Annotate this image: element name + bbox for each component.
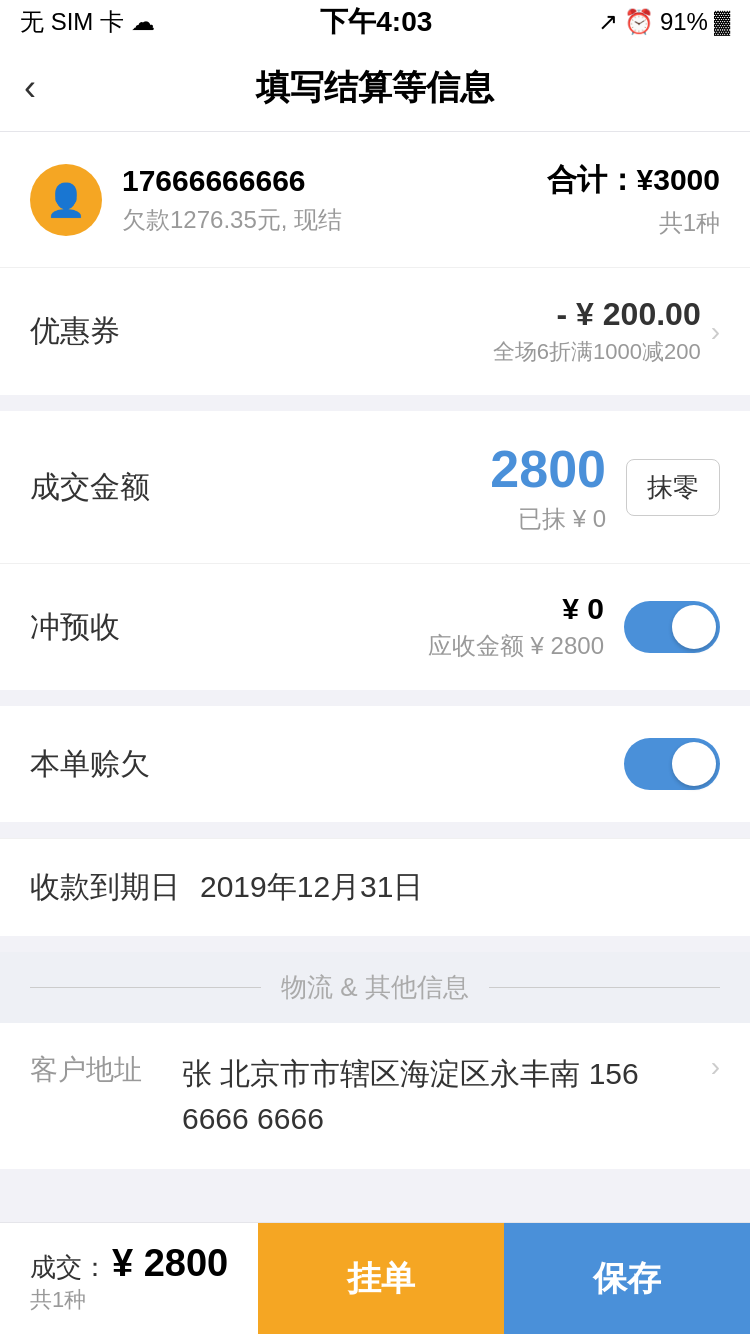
prereceive-amount: ¥ 0 bbox=[428, 592, 604, 626]
customer-debt: 欠款1276.35元, 现结 bbox=[122, 204, 342, 236]
hold-button[interactable]: 挂单 bbox=[258, 1223, 504, 1334]
amount-section: 成交金额 2800 已抹 ¥ 0 抹零 冲预收 ¥ 0 应收金额 ¥ 2800 bbox=[0, 411, 750, 690]
coupon-desc: 全场6折满1000减200 bbox=[493, 337, 701, 367]
customer-info: 17666666666 欠款1276.35元, 现结 bbox=[122, 164, 342, 236]
deal-amount-value: 2800 bbox=[490, 439, 606, 499]
round-button[interactable]: 抹零 bbox=[626, 459, 720, 516]
bottom-count: 共1种 bbox=[30, 1285, 228, 1315]
coupon-row[interactable]: 优惠券 - ¥ 200.00 全场6折满1000减200 › bbox=[0, 267, 750, 395]
divider-line-right bbox=[489, 987, 720, 988]
status-right: ↗ ⏰ 91% ▓ bbox=[598, 8, 730, 36]
order-count: 共1种 bbox=[547, 207, 720, 239]
bottom-deal-row: 成交： ¥ 2800 bbox=[30, 1242, 228, 1285]
address-section: 客户地址 张 北京市市辖区海淀区永丰南 156 6666 6666 › bbox=[0, 1023, 750, 1169]
back-button[interactable]: ‹ bbox=[24, 67, 36, 109]
address-label: 客户地址 bbox=[30, 1051, 142, 1089]
coupon-info: - ¥ 200.00 全场6折满1000减200 bbox=[493, 296, 701, 367]
deal-amount-row: 成交金额 2800 已抹 ¥ 0 抹零 bbox=[0, 411, 750, 563]
divider-line-left bbox=[30, 987, 261, 988]
deal-amount-value-group: 2800 已抹 ¥ 0 抹零 bbox=[490, 439, 720, 535]
coupon-right: - ¥ 200.00 全场6折满1000减200 › bbox=[493, 296, 720, 367]
address-row[interactable]: 客户地址 张 北京市市辖区海淀区永丰南 156 6666 6666 › bbox=[0, 1023, 750, 1169]
prereceive-label: 冲预收 bbox=[30, 607, 120, 648]
duedate-label: 收款到期日 bbox=[30, 867, 180, 908]
no-sim-text: 无 SIM 卡 ☁ bbox=[20, 6, 155, 38]
customer-right: 合计：¥3000 共1种 bbox=[547, 160, 720, 239]
duedate-section: 收款到期日 2019年12月31日 bbox=[0, 838, 750, 936]
address-chevron-icon: › bbox=[711, 1051, 720, 1083]
customer-left: 👤 17666666666 欠款1276.35元, 现结 bbox=[30, 164, 342, 236]
debt-toggle[interactable] bbox=[624, 738, 720, 790]
bottom-bar: 成交： ¥ 2800 共1种 挂单 保存 bbox=[0, 1222, 750, 1334]
order-total: 合计：¥3000 bbox=[547, 160, 720, 201]
coupon-amount: - ¥ 200.00 bbox=[493, 296, 701, 333]
prereceive-right: ¥ 0 应收金额 ¥ 2800 bbox=[428, 592, 720, 662]
bottom-actions: 挂单 保存 bbox=[258, 1223, 750, 1334]
duedate-value: 2019年12月31日 bbox=[200, 867, 423, 908]
logistics-divider: 物流 & 其他信息 bbox=[0, 952, 750, 1023]
status-bar: 无 SIM 卡 ☁ 下午4:03 ↗ ⏰ 91% ▓ bbox=[0, 0, 750, 44]
debt-label: 本单赊欠 bbox=[30, 744, 150, 785]
status-left: 无 SIM 卡 ☁ bbox=[20, 6, 155, 38]
customer-section: 👤 17666666666 欠款1276.35元, 现结 合计：¥3000 共1… bbox=[0, 132, 750, 395]
nav-bar: ‹ 填写结算等信息 bbox=[0, 44, 750, 132]
battery-text: 91% bbox=[660, 8, 708, 36]
location-icon: ↗ bbox=[598, 8, 618, 36]
bottom-deal-label: 成交： bbox=[30, 1250, 108, 1285]
deal-amount-label: 成交金额 bbox=[30, 467, 150, 508]
coupon-label: 优惠券 bbox=[30, 311, 120, 352]
prereceive-sub: 应收金额 ¥ 2800 bbox=[428, 630, 604, 662]
save-button[interactable]: 保存 bbox=[504, 1223, 750, 1334]
debt-section: 本单赊欠 bbox=[0, 706, 750, 822]
prereceive-row: 冲预收 ¥ 0 应收金额 ¥ 2800 bbox=[0, 563, 750, 690]
avatar: 👤 bbox=[30, 164, 102, 236]
chevron-right-icon: › bbox=[711, 316, 720, 348]
duedate-row: 收款到期日 2019年12月31日 bbox=[0, 838, 750, 936]
address-value: 张 北京市市辖区海淀区永丰南 156 6666 6666 bbox=[182, 1051, 691, 1141]
bottom-info: 成交： ¥ 2800 共1种 bbox=[0, 1242, 258, 1315]
status-time: 下午4:03 bbox=[320, 3, 432, 41]
alarm-icon: ⏰ bbox=[624, 8, 654, 36]
page-title: 填写结算等信息 bbox=[256, 65, 494, 111]
rounded-sub: 已抹 ¥ 0 bbox=[490, 503, 606, 535]
customer-phone: 17666666666 bbox=[122, 164, 342, 198]
bottom-amount: ¥ 2800 bbox=[112, 1242, 228, 1285]
prereceive-values: ¥ 0 应收金额 ¥ 2800 bbox=[428, 592, 604, 662]
battery-icon: ▓ bbox=[714, 9, 730, 35]
prereceive-toggle[interactable] bbox=[624, 601, 720, 653]
customer-row: 👤 17666666666 欠款1276.35元, 现结 合计：¥3000 共1… bbox=[0, 132, 750, 267]
logistics-label: 物流 & 其他信息 bbox=[281, 970, 469, 1005]
